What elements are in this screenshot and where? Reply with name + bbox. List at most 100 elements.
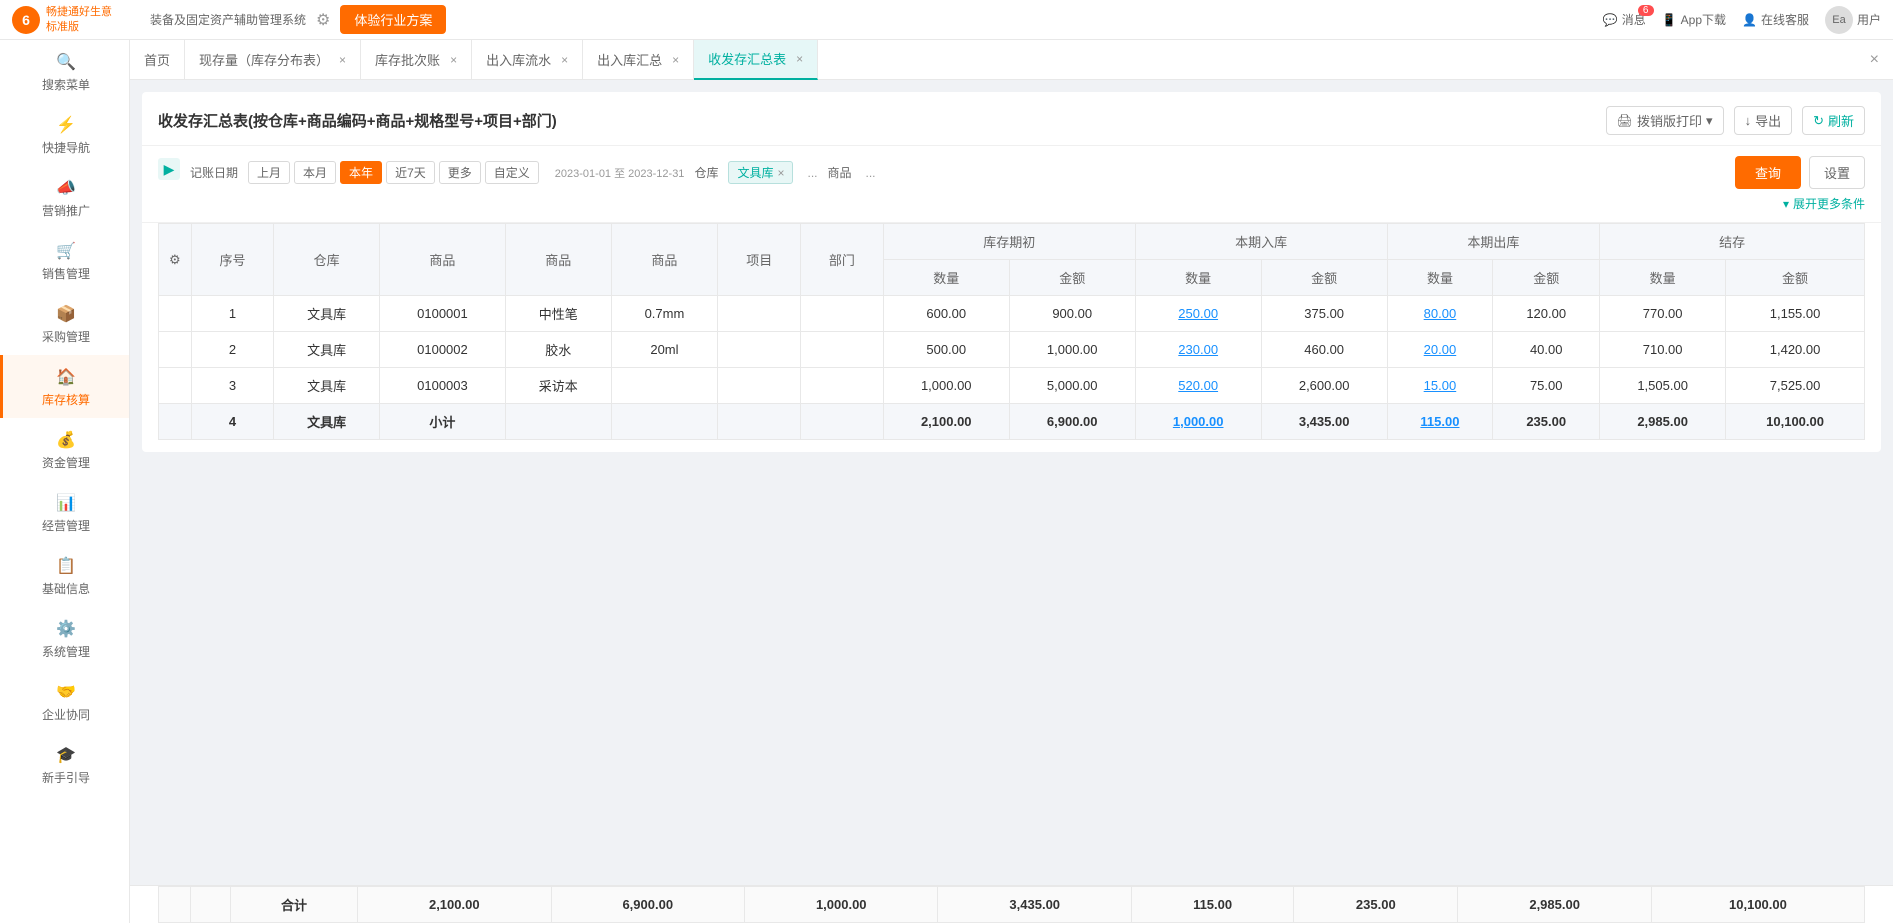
message-icon-item[interactable]: 💬 消息 6 xyxy=(1603,11,1646,28)
query-button[interactable]: 查询 xyxy=(1735,156,1801,189)
row3-code: 0100003 xyxy=(379,368,505,404)
system-settings-icon[interactable]: ⚙ xyxy=(316,10,330,30)
tab-close-inout-summary[interactable]: × xyxy=(672,53,679,67)
settings-filter-button[interactable]: 设置 xyxy=(1809,156,1865,189)
date-btn-7days[interactable]: 近7天 xyxy=(386,161,435,184)
date-btn-this-year[interactable]: 本年 xyxy=(340,161,382,184)
tab-inout-summary[interactable]: 出入库汇总 × xyxy=(583,40,694,80)
warehouse-tag-close[interactable]: × xyxy=(777,166,784,180)
sidebar-label-sales: 销售管理 xyxy=(42,265,90,282)
sub-header-bal-qty: 数量 xyxy=(1600,260,1726,296)
sidebar-item-sales[interactable]: 🛒 销售管理 xyxy=(0,229,129,292)
page-title-bar: 收发存汇总表(按仓库+商品编码+商品+规格型号+项目+部门) 🖨 拨销版打印 ▾… xyxy=(142,92,1881,146)
row1-spec: 0.7mm xyxy=(611,296,718,332)
tab-close-inout-flow[interactable]: × xyxy=(561,53,568,67)
sidebar-item-basic-info[interactable]: 📋 基础信息 xyxy=(0,544,129,607)
row3-bal-qty: 1,505.00 xyxy=(1600,368,1726,404)
message-icon: 💬 xyxy=(1603,13,1618,27)
logo-text: 畅捷通好生意 标准版 xyxy=(46,5,112,34)
tab-batch-ledger[interactable]: 库存批次账 × xyxy=(361,40,472,80)
sidebar-item-cooperation[interactable]: 🤝 企业协同 xyxy=(0,670,129,733)
row1-bal-qty: 770.00 xyxy=(1600,296,1726,332)
app-download-item[interactable]: 📱 App下载 xyxy=(1662,11,1726,28)
sidebar-item-search[interactable]: 🔍 搜索菜单 xyxy=(0,40,129,103)
total-bal-amt: 10,100.00 xyxy=(1651,887,1864,923)
row1-warehouse: 文具库 xyxy=(274,296,380,332)
footer-table: 合计 2,100.00 6,900.00 1,000.00 3,435.00 1… xyxy=(158,886,1865,923)
row3-in-qty[interactable]: 520.00 xyxy=(1135,368,1261,404)
row2-spec: 20ml xyxy=(611,332,718,368)
user-item[interactable]: Ea 用户 xyxy=(1825,6,1881,34)
subtotal-init-amt: 6,900.00 xyxy=(1009,404,1135,440)
sidebar-item-system[interactable]: ⚙️ 系统管理 xyxy=(0,607,129,670)
sidebar-item-quick-nav[interactable]: ⚡ 快捷导航 xyxy=(0,103,129,166)
tab-home[interactable]: 首页 xyxy=(130,40,185,80)
tab-recv-send-summary[interactable]: 收发存汇总表 × xyxy=(694,40,818,80)
warehouse-more[interactable]: ... xyxy=(807,166,817,180)
online-service-item[interactable]: 👤 在线客服 xyxy=(1742,11,1809,28)
subtotal-bal-amt: 10,100.00 xyxy=(1726,404,1865,440)
goods-label: 商品 xyxy=(828,164,852,181)
date-btn-this-month[interactable]: 本月 xyxy=(294,161,336,184)
tab-close-stock-dist[interactable]: × xyxy=(339,53,346,67)
date-btn-custom[interactable]: 自定义 xyxy=(485,161,539,184)
row2-in-qty[interactable]: 230.00 xyxy=(1135,332,1261,368)
operations-icon: 📊 xyxy=(56,493,76,513)
subtotal-in-qty[interactable]: 1,000.00 xyxy=(1135,404,1261,440)
row3-name: 采访本 xyxy=(505,368,611,404)
tab-stock-dist[interactable]: 现存量（库存分布表） × xyxy=(185,40,361,80)
date-btn-last-month[interactable]: 上月 xyxy=(248,161,290,184)
goods-more[interactable]: ... xyxy=(866,166,876,180)
row2-in-amt: 460.00 xyxy=(1261,332,1387,368)
subtotal-out-qty[interactable]: 115.00 xyxy=(1387,404,1493,440)
finance-icon: 💰 xyxy=(56,430,76,450)
row2-settings xyxy=(159,332,192,368)
settings-col-header[interactable]: ⚙ xyxy=(159,224,192,296)
row3-spec xyxy=(611,368,718,404)
top-bar: 6 畅捷通好生意 标准版 装备及固定资产辅助管理系统 ⚙ 体验行业方案 💬 消息… xyxy=(0,0,1893,40)
sub-header-init-qty: 数量 xyxy=(883,260,1009,296)
experience-button[interactable]: 体验行业方案 xyxy=(340,5,446,34)
warehouse-tag[interactable]: 文具库 × xyxy=(728,161,793,184)
subtotal-bal-qty: 2,985.00 xyxy=(1600,404,1726,440)
sidebar-item-marketing[interactable]: 📣 营销推广 xyxy=(0,166,129,229)
sub-header-out-amt: 金额 xyxy=(1493,260,1600,296)
top-right-area: 💬 消息 6 📱 App下载 👤 在线客服 Ea 用户 xyxy=(1603,6,1881,34)
filter-toggle-button[interactable]: ▶ xyxy=(158,158,180,180)
row3-out-qty[interactable]: 15.00 xyxy=(1387,368,1493,404)
row2-seq: 2 xyxy=(191,332,274,368)
refresh-button[interactable]: ↻ 刷新 xyxy=(1802,106,1865,135)
sidebar-label-guide: 新手引导 xyxy=(42,769,90,786)
tab-bar-close-all[interactable]: × xyxy=(1856,51,1893,69)
date-buttons: 上月 本月 本年 近7天 更多 自定义 xyxy=(248,161,539,184)
row2-code: 0100002 xyxy=(379,332,505,368)
tab-bar: 首页 现存量（库存分布表） × 库存批次账 × 出入库流水 × 出入库汇总 × xyxy=(130,40,1893,80)
inventory-icon: 🏠 xyxy=(56,367,76,387)
sidebar-item-purchase[interactable]: 📦 采购管理 xyxy=(0,292,129,355)
col-header-spec: 商品 xyxy=(611,224,718,296)
sidebar-item-guide[interactable]: 🎓 新手引导 xyxy=(0,733,129,796)
total-init-amt: 6,900.00 xyxy=(551,887,744,923)
sidebar-item-operations[interactable]: 📊 经营管理 xyxy=(0,481,129,544)
page-title-actions: 🖨 拨销版打印 ▾ ↓ 导出 ↻ 刷新 xyxy=(1606,106,1866,135)
tab-close-recv-send[interactable]: × xyxy=(796,52,803,66)
sidebar-item-finance[interactable]: 💰 资金管理 xyxy=(0,418,129,481)
sidebar-item-inventory[interactable]: 🏠 库存核算 xyxy=(0,355,129,418)
export-button[interactable]: ↓ 导出 xyxy=(1734,106,1793,135)
main-content: 收发存汇总表(按仓库+商品编码+商品+规格型号+项目+部门) 🖨 拨销版打印 ▾… xyxy=(130,80,1893,885)
expand-conditions-button[interactable]: ▾ 展开更多条件 xyxy=(1783,195,1865,212)
phone-icon: 📱 xyxy=(1662,13,1677,27)
query-actions: 查询 设置 xyxy=(1735,156,1865,189)
row1-in-qty[interactable]: 250.00 xyxy=(1135,296,1261,332)
refresh-icon: ↻ xyxy=(1813,113,1824,129)
tab-inout-flow[interactable]: 出入库流水 × xyxy=(472,40,583,80)
print-button[interactable]: 🖨 拨销版打印 ▾ xyxy=(1606,106,1724,135)
date-btn-more[interactable]: 更多 xyxy=(439,161,481,184)
sidebar-label-marketing: 营销推广 xyxy=(42,202,90,219)
row1-out-qty[interactable]: 80.00 xyxy=(1387,296,1493,332)
sidebar-label-quick-nav: 快捷导航 xyxy=(42,139,90,156)
system-title: 装备及固定资产辅助管理系统 xyxy=(150,11,306,28)
row2-out-qty[interactable]: 20.00 xyxy=(1387,332,1493,368)
sidebar-label-system: 系统管理 xyxy=(42,643,90,660)
tab-close-batch-ledger[interactable]: × xyxy=(450,53,457,67)
